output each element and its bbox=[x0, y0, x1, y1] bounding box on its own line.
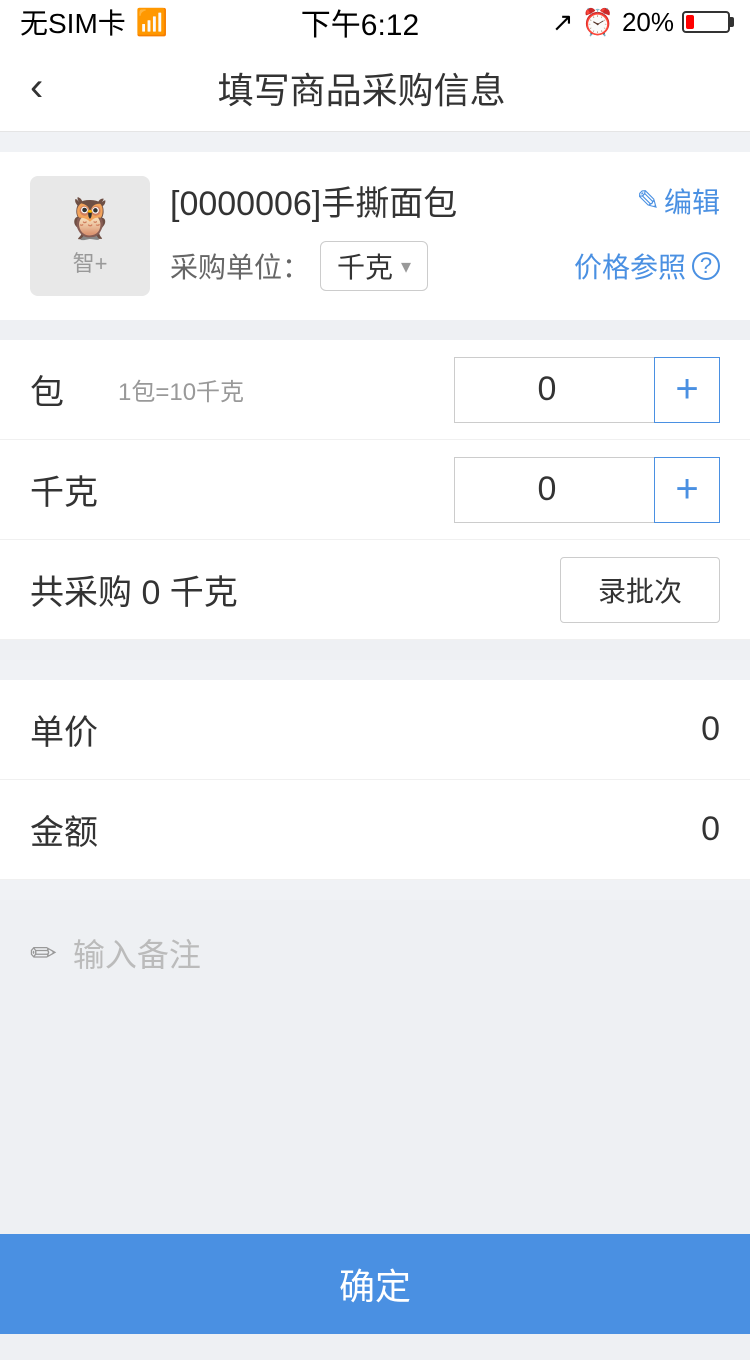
help-icon: ? bbox=[692, 252, 720, 280]
wifi-icon: 📶 bbox=[136, 7, 168, 38]
pricing-info-section: 单价 0 金额 0 bbox=[0, 680, 750, 880]
product-info: [0000006]手撕面包 ✎ 编辑 采购单位： 千克 ▾ 价格参照 ? bbox=[170, 176, 720, 291]
pack-plus-icon: + bbox=[675, 367, 698, 412]
kg-plus-button[interactable]: + bbox=[654, 457, 720, 523]
unit-price-value: 0 bbox=[701, 710, 720, 749]
pack-input-row: 包 1包=10千克 + bbox=[0, 340, 750, 440]
price-ref-button[interactable]: 价格参照 ? bbox=[574, 246, 720, 286]
status-time: 下午6:12 bbox=[301, 0, 419, 44]
location-icon: ↗ bbox=[552, 7, 574, 38]
pencil-icon: ✏ bbox=[30, 934, 57, 972]
notes-section[interactable]: ✏ 输入备注 bbox=[0, 900, 750, 1006]
unit-select[interactable]: 千克 ▾ bbox=[320, 241, 428, 291]
product-name: [0000006]手撕面包 bbox=[170, 176, 457, 225]
product-card: 🦉 智+ [0000006]手撕面包 ✎ 编辑 采购单位： 千克 ▾ 价格参照 bbox=[0, 152, 750, 320]
summary-text: 共采购 0 千克 bbox=[30, 565, 560, 614]
page-title: 填写商品采购信息 bbox=[63, 62, 660, 114]
pack-plus-button[interactable]: + bbox=[654, 357, 720, 423]
kg-quantity-input[interactable] bbox=[454, 457, 654, 523]
pack-label: 包 bbox=[30, 365, 110, 414]
product-image-label: 智+ bbox=[73, 246, 108, 278]
price-ref-label: 价格参照 bbox=[574, 246, 686, 286]
kg-label: 千克 bbox=[30, 465, 110, 514]
unit-dropdown-arrow: ▾ bbox=[401, 254, 411, 279]
edit-button[interactable]: ✎ 编辑 bbox=[637, 181, 720, 221]
confirm-button-label: 确定 bbox=[339, 1258, 411, 1310]
kg-input-right: + bbox=[454, 457, 720, 523]
unit-row: 采购单位： 千克 ▾ 价格参照 ? bbox=[170, 241, 720, 291]
product-image: 🦉 智+ bbox=[30, 176, 150, 296]
kg-plus-icon: + bbox=[675, 467, 698, 512]
edit-icon: ✎ bbox=[637, 184, 660, 217]
unit-price-row: 单价 0 bbox=[0, 680, 750, 780]
battery-percent: 20% bbox=[622, 7, 674, 38]
pack-quantity-input[interactable] bbox=[454, 357, 654, 423]
kg-input-row: 千克 + bbox=[0, 440, 750, 540]
battery-icon bbox=[682, 11, 730, 33]
unit-price-label: 单价 bbox=[30, 705, 701, 754]
section-divider-1 bbox=[0, 320, 750, 340]
product-code: [0000006] bbox=[170, 185, 321, 223]
section-divider-2 bbox=[0, 640, 750, 660]
summary-row: 共采购 0 千克 录批次 bbox=[0, 540, 750, 640]
amount-row: 金额 0 bbox=[0, 780, 750, 880]
notes-placeholder: 输入备注 bbox=[73, 930, 201, 976]
product-image-owl: 🦉 bbox=[65, 195, 115, 242]
record-batch-label: 录批次 bbox=[598, 570, 682, 610]
edit-label: 编辑 bbox=[664, 181, 720, 221]
nav-bar: ‹ 填写商品采购信息 bbox=[0, 44, 750, 132]
alarm-icon: ⏰ bbox=[582, 7, 614, 38]
quantity-input-section: 包 1包=10千克 + 千克 + 共采购 0 千克 录批次 bbox=[0, 340, 750, 640]
product-name-row: [0000006]手撕面包 ✎ 编辑 bbox=[170, 176, 720, 225]
back-button[interactable]: ‹ bbox=[30, 65, 43, 110]
confirm-button[interactable]: 确定 bbox=[0, 1234, 750, 1334]
unit-value: 千克 bbox=[337, 246, 393, 286]
battery-fill bbox=[686, 15, 694, 29]
status-right: ↗ ⏰ 20% bbox=[552, 7, 730, 38]
amount-value: 0 bbox=[701, 810, 720, 849]
status-bar: 无SIM卡 📶 下午6:12 ↗ ⏰ 20% bbox=[0, 0, 750, 44]
amount-label: 金额 bbox=[30, 805, 701, 854]
unit-label: 采购单位： bbox=[170, 246, 310, 286]
pack-sublabel: 1包=10千克 bbox=[118, 372, 454, 407]
status-left: 无SIM卡 📶 bbox=[20, 2, 168, 42]
product-title: 手撕面包 bbox=[321, 185, 457, 223]
pack-input-right: + bbox=[454, 357, 720, 423]
carrier-text: 无SIM卡 bbox=[20, 2, 126, 42]
record-batch-button[interactable]: 录批次 bbox=[560, 557, 720, 623]
